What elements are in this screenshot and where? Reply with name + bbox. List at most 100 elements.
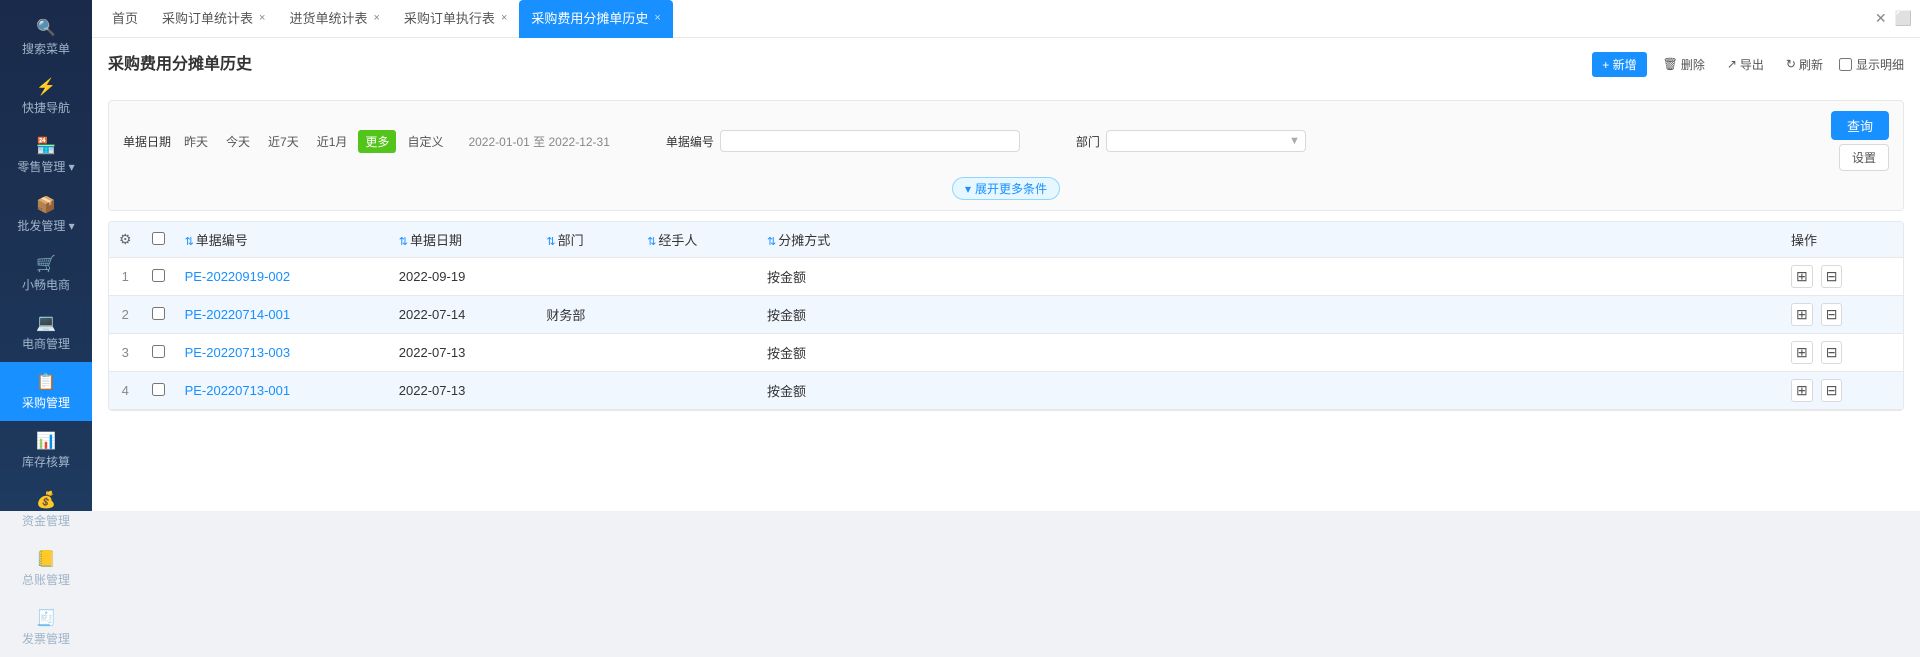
tab-采购费用分摊单历史[interactable]: 采购费用分摊单历史×: [519, 0, 672, 38]
view-icon[interactable]: ⊞: [1791, 265, 1813, 288]
view-icon[interactable]: ⊞: [1791, 379, 1813, 402]
tab-close-icon[interactable]: ×: [501, 12, 507, 24]
handler-cell: [637, 258, 757, 296]
split-method-cell: 按金额: [757, 372, 1781, 410]
sidebar-item-label: 资金管理: [22, 512, 70, 529]
sidebar-icon: 💻: [36, 313, 56, 333]
tab-close-icon[interactable]: ×: [654, 12, 660, 24]
more-action-icon[interactable]: ⊟: [1821, 341, 1843, 364]
sidebar-item-label: 电商管理: [22, 335, 70, 352]
handler-cell: [637, 334, 757, 372]
sidebar-icon: 📒: [36, 549, 56, 569]
tab-采购订单统计表[interactable]: 采购订单统计表×: [150, 0, 277, 38]
sidebar-item-采购管理[interactable]: 📋采购管理: [0, 362, 92, 421]
tab-close-icon[interactable]: ×: [259, 12, 265, 24]
gear-column-header[interactable]: ⚙: [109, 222, 142, 258]
sidebar-item-label: 零售管理 ▾: [17, 158, 74, 175]
doc-no-link[interactable]: PE-20220713-001: [185, 383, 291, 398]
action-cell: ⊞ ⊟: [1781, 258, 1903, 296]
row-checkbox-cell[interactable]: [142, 334, 175, 372]
handler-cell: [637, 372, 757, 410]
date-btn-today[interactable]: 今天: [219, 130, 257, 153]
query-button[interactable]: 查询: [1831, 111, 1889, 140]
row-checkbox[interactable]: [152, 383, 165, 396]
toolbar: + 新增 🗑 删除 ↗ 导出 ↻ 刷新 显示明细: [1592, 52, 1904, 77]
table-row: 4 PE-20220713-001 2022-07-13 按金额 ⊞ ⊟: [109, 372, 1903, 410]
split-method-cell: 按金额: [757, 258, 1781, 296]
sidebar-item-零售管理[interactable]: 🏪零售管理 ▾: [0, 126, 92, 185]
maximize-icon[interactable]: ⬜: [1895, 10, 1912, 27]
row-checkbox-cell[interactable]: [142, 258, 175, 296]
sidebar-icon: 🛒: [36, 254, 56, 274]
add-button[interactable]: + 新增: [1592, 52, 1646, 77]
sidebar-item-总账管理[interactable]: 📒总账管理: [0, 539, 92, 598]
sidebar-item-资金管理[interactable]: 💰 资金管理: [0, 480, 92, 539]
checkbox-column-header[interactable]: [142, 222, 175, 258]
sidebar-item-库存核算[interactable]: 📊 库存核算: [0, 421, 92, 480]
chevron-down-icon: ▾: [965, 182, 971, 196]
row-checkbox[interactable]: [152, 345, 165, 358]
sidebar-icon: 📊: [36, 431, 56, 451]
dept-input[interactable]: [1106, 130, 1306, 152]
tab-进货单统计表[interactable]: 进货单统计表 ×: [277, 0, 391, 38]
export-icon: ↗: [1727, 57, 1737, 71]
date-btn-custom[interactable]: 自定义: [400, 130, 450, 153]
date-btn-1month[interactable]: 近1月: [310, 130, 355, 153]
action-cell: ⊞ ⊟: [1781, 372, 1903, 410]
sidebar-icon: ⚡: [36, 77, 56, 97]
dept-cell: [536, 372, 637, 410]
handler-column-header: ⇅经手人: [637, 222, 757, 258]
doc-no-input[interactable]: [720, 130, 1020, 152]
sidebar-item-小畅电商[interactable]: 🛒小畅电商: [0, 244, 92, 303]
date-btn-7days[interactable]: 近7天: [261, 130, 306, 153]
more-action-icon[interactable]: ⊟: [1821, 303, 1843, 326]
sidebar-item-发票管理[interactable]: 🧾发票管理: [0, 598, 92, 657]
doc-date-cell: 2022-07-13: [389, 372, 537, 410]
row-num-cell: 2: [109, 296, 142, 334]
sidebar-item-批发管理[interactable]: 📦批发管理 ▾: [0, 185, 92, 244]
row-num-cell: 4: [109, 372, 142, 410]
sidebar-icon: 💰: [36, 490, 56, 510]
handler-cell: [637, 296, 757, 334]
sidebar-item-快捷导航[interactable]: ⚡快捷导航: [0, 67, 92, 126]
gear-icon: ⚙: [119, 231, 132, 247]
sidebar-icon: 📦: [36, 195, 56, 215]
sidebar-item-label: 库存核算: [22, 453, 70, 470]
date-btn-yesterday[interactable]: 昨天: [177, 130, 215, 153]
close-icon[interactable]: ✕: [1875, 10, 1887, 27]
view-icon[interactable]: ⊞: [1791, 341, 1813, 364]
main-area: 首页采购订单统计表×进货单统计表×采购订单执行表×采购费用分摊单历史× ✕ ⬜ …: [92, 0, 1920, 511]
tab-close-icon[interactable]: ×: [373, 12, 379, 24]
row-checkbox[interactable]: [152, 307, 165, 320]
refresh-button[interactable]: ↻ 刷新: [1780, 52, 1829, 77]
select-all-checkbox[interactable]: [152, 232, 165, 245]
expand-conditions-button[interactable]: ▾ 展开更多条件: [952, 177, 1060, 200]
tab-首页[interactable]: 首页: [100, 0, 150, 38]
sidebar-item-label: 搜索菜单: [22, 40, 70, 57]
sidebar-item-电商管理[interactable]: 💻 电商管理: [0, 303, 92, 362]
date-btn-more[interactable]: 更多: [358, 130, 396, 153]
table-header-row: ⚙ ⇅单据编号 ⇅单据日期 ⇅部门 ⇅经手人 ⇅分摊方式 操作: [109, 222, 1903, 258]
doc-no-column-header: ⇅单据编号: [175, 222, 389, 258]
doc-no-link[interactable]: PE-20220919-002: [185, 269, 291, 284]
more-action-icon[interactable]: ⊟: [1821, 265, 1843, 288]
row-checkbox-cell[interactable]: [142, 296, 175, 334]
doc-no-link[interactable]: PE-20220714-001: [185, 307, 291, 322]
sidebar-item-搜索菜单[interactable]: 🔍搜索菜单: [0, 8, 92, 67]
delete-button[interactable]: 🗑 删除: [1657, 52, 1711, 77]
row-checkbox[interactable]: [152, 269, 165, 282]
show-detail-checkbox[interactable]: [1839, 58, 1852, 71]
doc-date-cell: 2022-09-19: [389, 258, 537, 296]
setting-button[interactable]: 设置: [1839, 144, 1889, 171]
doc-no-link[interactable]: PE-20220713-003: [185, 345, 291, 360]
doc-no-cell: PE-20220713-003: [175, 334, 389, 372]
more-action-icon[interactable]: ⊟: [1821, 379, 1843, 402]
tab-采购订单执行表[interactable]: 采购订单执行表×: [392, 0, 519, 38]
view-icon[interactable]: ⊞: [1791, 303, 1813, 326]
dept-cell: [536, 334, 637, 372]
sidebar-icon: 🧾: [36, 608, 56, 628]
row-checkbox-cell[interactable]: [142, 372, 175, 410]
action-cell: ⊞ ⊟: [1781, 296, 1903, 334]
tab-label: 进货单统计表: [289, 8, 367, 27]
export-button[interactable]: ↗ 导出: [1721, 52, 1770, 77]
